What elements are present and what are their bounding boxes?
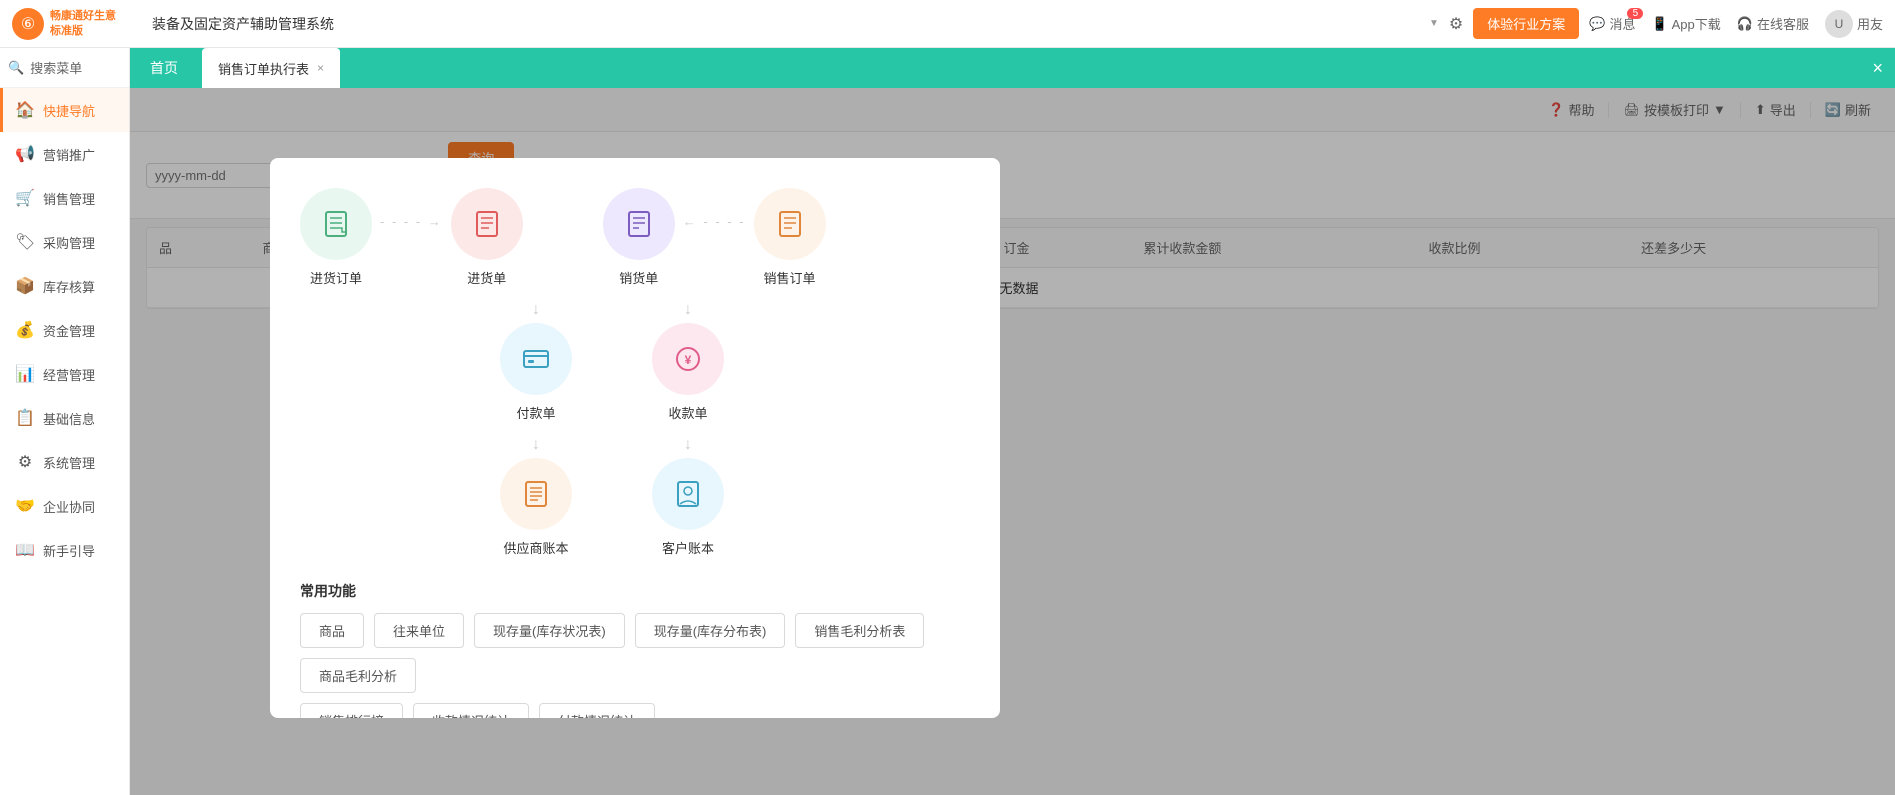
func-btn-partner[interactable]: 往来单位: [374, 613, 464, 648]
flow-node-payment[interactable]: 付款单: [500, 323, 572, 422]
system-title: 装备及固定资产辅助管理系统: [152, 14, 1419, 34]
system-dropdown-arrow[interactable]: ▼: [1429, 18, 1439, 29]
purchase-icon: 🏷: [15, 232, 35, 252]
function-buttons: 商品 往来单位 现存量(库存状况表) 现存量(库存分布表) 销售毛利分析表 商品…: [300, 613, 970, 693]
sidebar-item-sales[interactable]: 🛒 销售管理: [0, 176, 129, 220]
flow-down-arrow-1: ↓: [532, 301, 540, 319]
payment-icon: [500, 323, 572, 395]
sidebar: 🔍 搜索菜单 🏠 快捷导航 📢 营销推广 🛒 销售管理 🏷 采购管理 📦: [0, 48, 130, 795]
func-btn-payment-stats[interactable]: 付款情况统计: [539, 703, 655, 718]
func-btn-sales-gross[interactable]: 销售毛利分析表: [795, 613, 924, 648]
enterprise-icon: 🤝: [15, 496, 35, 516]
sidebar-item-basic[interactable]: 📋 基础信息: [0, 396, 129, 440]
tab-bar-right: ×: [1872, 58, 1895, 79]
user-avatar: U: [1825, 10, 1853, 38]
sidebar-item-quick-nav[interactable]: 🏠 快捷导航: [0, 88, 129, 132]
receipt-icon: ¥: [652, 323, 724, 395]
flow-node-purchase-order[interactable]: 进货订单: [300, 188, 372, 287]
sidebar-item-operations[interactable]: 📊 经营管理: [0, 352, 129, 396]
func-btn-product[interactable]: 商品: [300, 613, 364, 648]
message-button[interactable]: 💬 消息 5: [1589, 14, 1635, 33]
newbie-icon: 📖: [15, 540, 35, 560]
purchase-order-icon: [300, 188, 372, 260]
marketing-icon: 📢: [15, 144, 35, 164]
message-badge: 5: [1627, 8, 1643, 19]
sidebar-item-finance[interactable]: 💰 资金管理: [0, 308, 129, 352]
func-btn-product-gross[interactable]: 商品毛利分析: [300, 658, 416, 693]
sales-order-icon: [754, 188, 826, 260]
modal-box: 进货订单 - - - - → 进货单: [270, 158, 1000, 718]
logo-text: 畅康通好生意 标准版: [50, 9, 116, 38]
tab-bar: 首页 销售订单执行表 × ×: [130, 48, 1895, 88]
func-btn-sales-rank[interactable]: 销售排行榜: [300, 703, 403, 718]
close-all-tabs-button[interactable]: ×: [1872, 58, 1883, 79]
experience-button[interactable]: 体验行业方案: [1473, 8, 1579, 39]
flow-down-arrow-4: ↓: [684, 436, 692, 454]
logo-icon: ⑥: [12, 8, 44, 40]
page-content: ❓ 帮助 🖨 按模板打印 ▼ ⬆ 导出: [130, 88, 1895, 795]
flow-node-supplier-account[interactable]: 供应商账本: [500, 458, 572, 557]
sidebar-item-inventory[interactable]: 📦 库存核算: [0, 264, 129, 308]
sales-icon: 🛒: [15, 188, 35, 208]
search-menu-button[interactable]: 🔍 搜索菜单: [0, 48, 129, 88]
tab-home[interactable]: 首页: [130, 48, 198, 88]
flow-node-sales-bill[interactable]: 销货单: [603, 188, 675, 287]
common-functions-title: 常用功能: [300, 581, 970, 601]
user-menu[interactable]: U 用友: [1825, 10, 1883, 38]
finance-icon: 💰: [15, 320, 35, 340]
tab-sales-order[interactable]: 销售订单执行表 ×: [202, 48, 340, 88]
func-btn-stock-status[interactable]: 现存量(库存状况表): [474, 613, 625, 648]
content-area: 首页 销售订单执行表 × × ❓ 帮助: [130, 48, 1895, 795]
common-functions: 常用功能 商品 往来单位 现存量(库存状况表) 现存量(库存分布表) 销售毛利分…: [300, 581, 970, 718]
app-download-button[interactable]: 📱 App下载: [1651, 14, 1720, 33]
sidebar-item-newbie[interactable]: 📖 新手引导: [0, 528, 129, 572]
sidebar-item-marketing[interactable]: 📢 营销推广: [0, 132, 129, 176]
flow-node-receipt[interactable]: ¥ 收款单: [652, 323, 724, 422]
top-actions: 💬 消息 5 📱 App下载 🎧 在线客服 U 用友: [1589, 10, 1883, 38]
message-icon: 💬: [1589, 16, 1605, 32]
sales-bill-icon: [603, 188, 675, 260]
app-icon: 📱: [1651, 16, 1667, 32]
online-service-button[interactable]: 🎧 在线客服: [1737, 14, 1809, 33]
svg-text:¥: ¥: [685, 353, 692, 367]
supplier-account-icon: [500, 458, 572, 530]
basic-icon: 📋: [15, 408, 35, 428]
flow-node-purchase-bill[interactable]: 进货单: [451, 188, 523, 287]
sidebar-item-system[interactable]: ⚙ 系统管理: [0, 440, 129, 484]
function-buttons-2: 销售排行榜 收款情况统计 付款情况统计: [300, 703, 970, 718]
home-icon: 🏠: [15, 100, 35, 120]
flow-arrow-2: ← - - - -: [675, 214, 754, 229]
purchase-bill-icon: [451, 188, 523, 260]
operations-icon: 📊: [15, 364, 35, 384]
tab-close-button[interactable]: ×: [317, 61, 324, 75]
modal-overlay[interactable]: 进货订单 - - - - → 进货单: [130, 88, 1895, 795]
flow-node-customer-account[interactable]: 客户账本: [652, 458, 724, 557]
search-icon: 🔍: [8, 60, 24, 76]
func-btn-receipt-stats[interactable]: 收款情况统计: [413, 703, 529, 718]
func-btn-stock-dist[interactable]: 现存量(库存分布表): [635, 613, 786, 648]
sidebar-item-enterprise[interactable]: 🤝 企业协同: [0, 484, 129, 528]
sidebar-item-purchase[interactable]: 🏷 采购管理: [0, 220, 129, 264]
flow-arrow-1: - - - - →: [372, 214, 451, 229]
logo-area: ⑥ 畅康通好生意 标准版: [12, 8, 142, 40]
system-icon: ⚙: [15, 452, 35, 472]
flow-down-arrow-3: ↓: [532, 436, 540, 454]
customer-account-icon: [652, 458, 724, 530]
flow-down-arrow-2: ↓: [684, 301, 692, 319]
service-icon: 🎧: [1737, 16, 1753, 32]
gear-button[interactable]: ⚙: [1449, 14, 1463, 34]
inventory-icon: 📦: [15, 276, 35, 296]
flow-node-sales-order[interactable]: 销售订单: [754, 188, 826, 287]
